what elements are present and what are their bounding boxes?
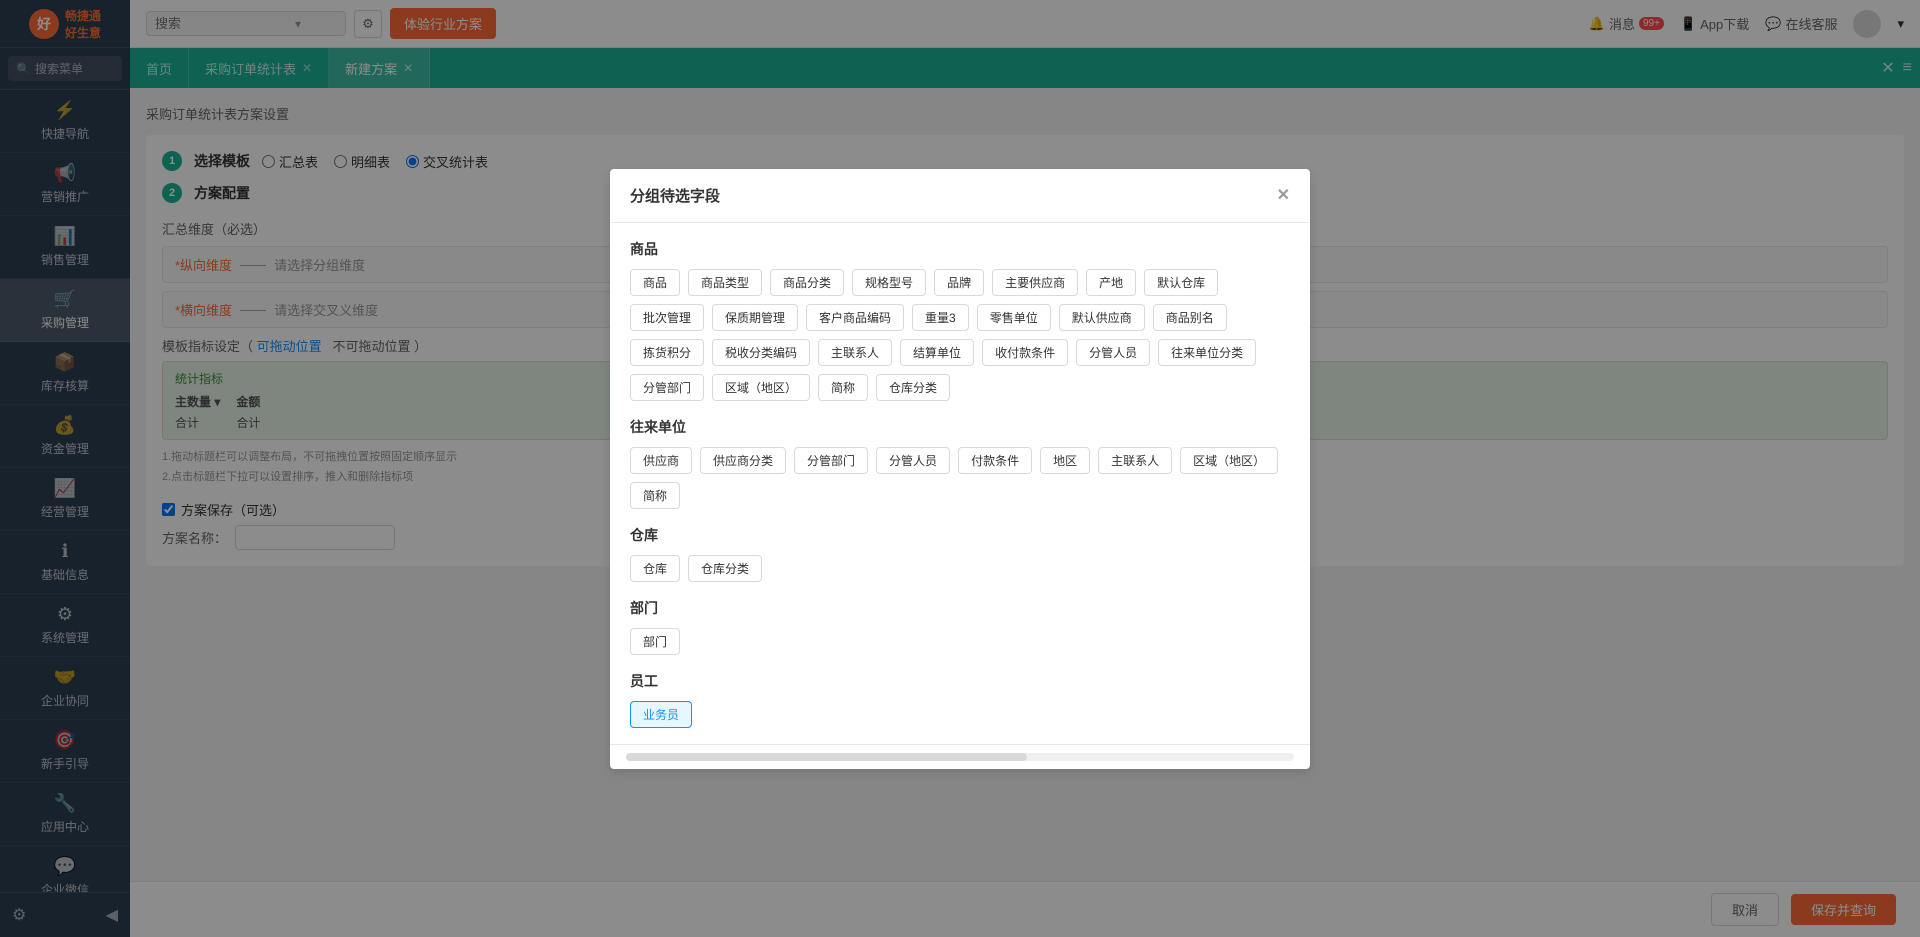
field-tag-0-14[interactable]: 商品别名 — [1153, 304, 1227, 331]
field-section-title-2: 仓库 — [630, 525, 1290, 545]
field-section-2: 仓库仓库仓库分类 — [630, 525, 1290, 582]
field-tag-1-1[interactable]: 供应商分类 — [700, 447, 786, 474]
field-tag-0-24[interactable]: 简称 — [818, 374, 868, 401]
field-tags-3: 部门 — [630, 628, 1290, 655]
field-tag-0-19[interactable]: 收付款条件 — [982, 339, 1068, 366]
field-tag-1-4[interactable]: 付款条件 — [958, 447, 1032, 474]
field-tags-4: 业务员 — [630, 701, 1290, 728]
field-tag-0-3[interactable]: 规格型号 — [852, 269, 926, 296]
field-tag-0-25[interactable]: 仓库分类 — [876, 374, 950, 401]
field-tag-4-0[interactable]: 业务员 — [630, 701, 692, 728]
field-tag-0-22[interactable]: 分管部门 — [630, 374, 704, 401]
field-tag-0-18[interactable]: 结算单位 — [900, 339, 974, 366]
field-tag-1-8[interactable]: 简称 — [630, 482, 680, 509]
field-tag-0-7[interactable]: 默认仓库 — [1144, 269, 1218, 296]
field-tag-1-0[interactable]: 供应商 — [630, 447, 692, 474]
field-section-1: 往来单位供应商供应商分类分管部门分管人员付款条件地区主联系人区域（地区） 简称 — [630, 417, 1290, 509]
field-tag-2-0[interactable]: 仓库 — [630, 555, 680, 582]
field-tag-3-0[interactable]: 部门 — [630, 628, 680, 655]
field-tag-1-2[interactable]: 分管部门 — [794, 447, 868, 474]
field-tags-0: 商品商品类型商品分类规格型号品牌主要供应商产地默认仓库批次管理保质期管理客户商品… — [630, 269, 1290, 401]
modal-scroll-bar — [626, 753, 1294, 761]
field-section-0: 商品商品商品类型商品分类规格型号品牌主要供应商产地默认仓库批次管理保质期管理客户… — [630, 239, 1290, 401]
field-tag-1-6[interactable]: 主联系人 — [1098, 447, 1172, 474]
field-tags-2: 仓库仓库分类 — [630, 555, 1290, 582]
field-tag-0-5[interactable]: 主要供应商 — [992, 269, 1078, 296]
field-tag-1-5[interactable]: 地区 — [1040, 447, 1090, 474]
field-tag-0-11[interactable]: 重量3 — [912, 304, 969, 331]
field-tag-0-21[interactable]: 往来单位分类 — [1158, 339, 1256, 366]
field-tag-0-8[interactable]: 批次管理 — [630, 304, 704, 331]
field-tag-2-1[interactable]: 仓库分类 — [688, 555, 762, 582]
field-tag-0-17[interactable]: 主联系人 — [818, 339, 892, 366]
field-tag-0-12[interactable]: 零售单位 — [977, 304, 1051, 331]
field-tag-0-9[interactable]: 保质期管理 — [712, 304, 798, 331]
field-tag-0-16[interactable]: 税收分类编码 — [712, 339, 810, 366]
modal-header: 分组待选字段 ✕ — [610, 169, 1310, 223]
field-tag-1-3[interactable]: 分管人员 — [876, 447, 950, 474]
field-section-title-3: 部门 — [630, 598, 1290, 618]
field-tag-0-23[interactable]: 区域（地区） — [712, 374, 810, 401]
field-tag-0-6[interactable]: 产地 — [1086, 269, 1136, 296]
field-tag-0-1[interactable]: 商品类型 — [688, 269, 762, 296]
field-tag-0-15[interactable]: 拣货积分 — [630, 339, 704, 366]
modal-scroll-thumb — [626, 753, 1027, 761]
field-tags-1: 供应商供应商分类分管部门分管人员付款条件地区主联系人区域（地区） 简称 — [630, 447, 1290, 509]
modal-body: 商品商品商品类型商品分类规格型号品牌主要供应商产地默认仓库批次管理保质期管理客户… — [610, 223, 1310, 744]
field-section-title-4: 员工 — [630, 671, 1290, 691]
field-tag-0-0[interactable]: 商品 — [630, 269, 680, 296]
field-tag-0-10[interactable]: 客户商品编码 — [806, 304, 904, 331]
modal-close-icon[interactable]: ✕ — [1277, 185, 1290, 205]
modal-title: 分组待选字段 — [630, 185, 720, 206]
field-section-title-1: 往来单位 — [630, 417, 1290, 437]
field-tag-0-2[interactable]: 商品分类 — [770, 269, 844, 296]
field-section-title-0: 商品 — [630, 239, 1290, 259]
field-tag-0-13[interactable]: 默认供应商 — [1059, 304, 1145, 331]
field-section-4: 员工业务员 — [630, 671, 1290, 728]
field-tag-0-4[interactable]: 品牌 — [934, 269, 984, 296]
modal-dialog: 分组待选字段 ✕ 商品商品商品类型商品分类规格型号品牌主要供应商产地默认仓库批次… — [610, 169, 1310, 769]
field-tag-1-7[interactable]: 区域（地区） — [1180, 447, 1278, 474]
field-section-3: 部门部门 — [630, 598, 1290, 655]
field-tag-0-20[interactable]: 分管人员 — [1076, 339, 1150, 366]
modal-overlay: 分组待选字段 ✕ 商品商品商品类型商品分类规格型号品牌主要供应商产地默认仓库批次… — [0, 0, 1920, 937]
modal-footer — [610, 744, 1310, 769]
